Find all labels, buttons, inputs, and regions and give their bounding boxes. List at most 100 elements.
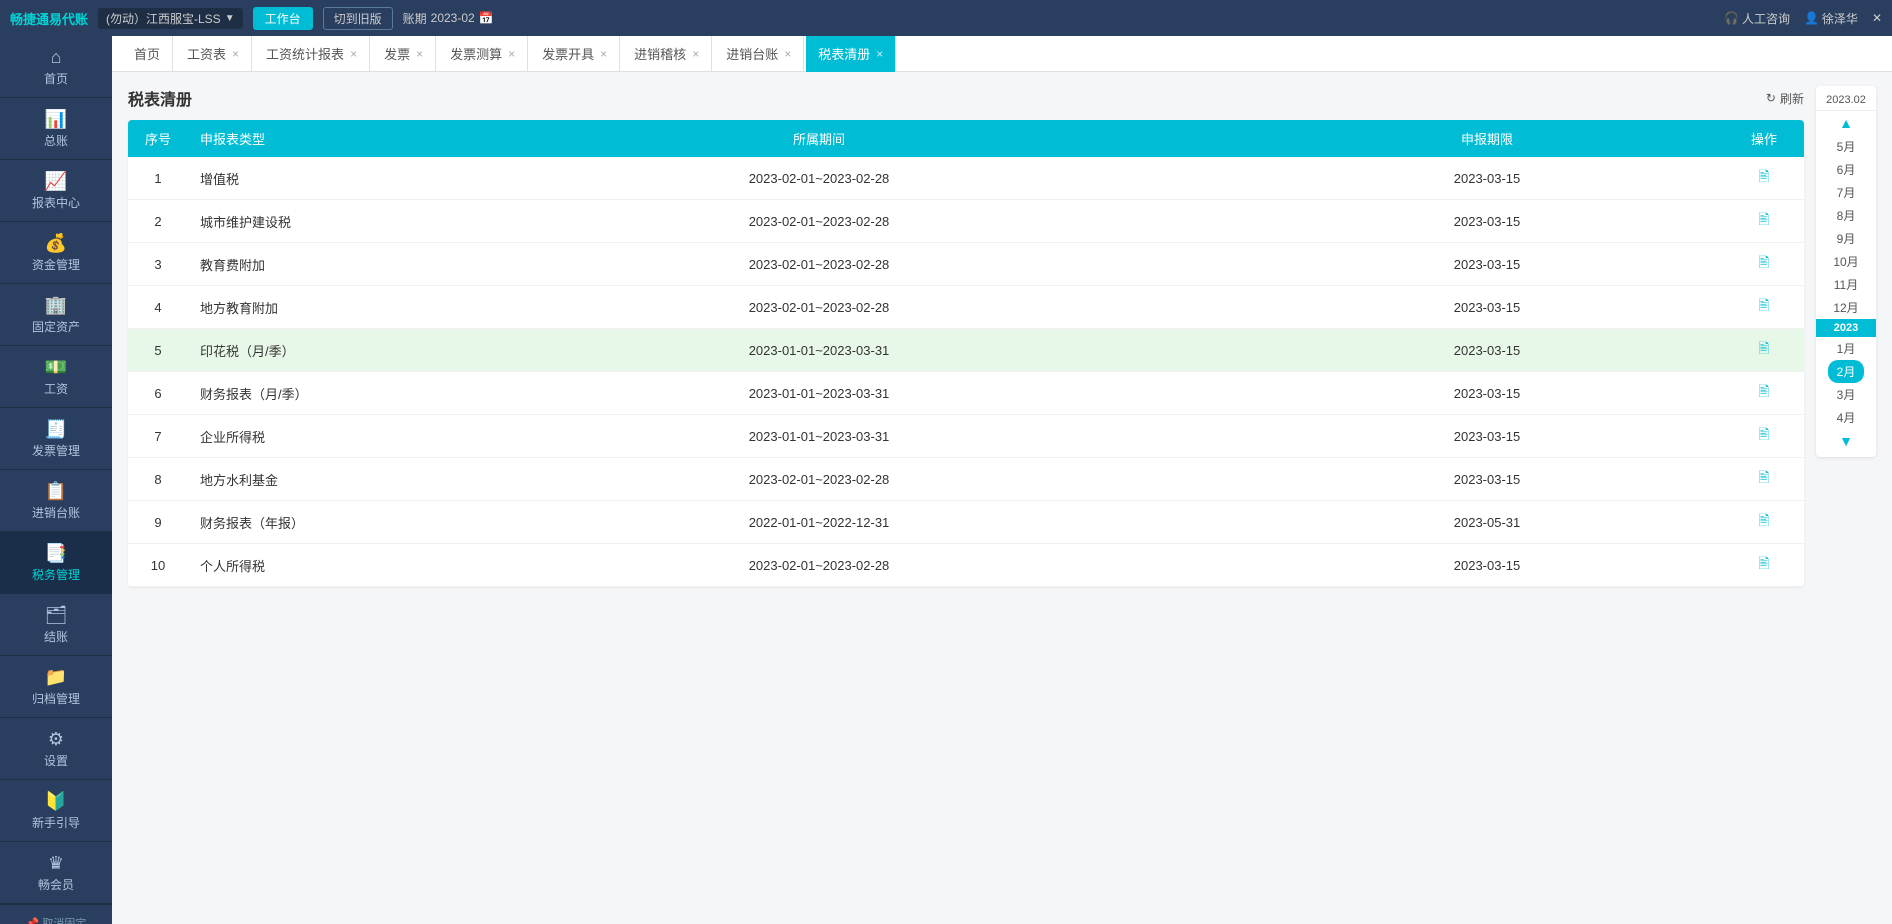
cell-action[interactable]: 🖹 <box>1724 372 1804 415</box>
tab-close-icon[interactable]: × <box>784 48 791 60</box>
period-1[interactable]: 1月 <box>1816 337 1876 360</box>
sidebar-item-ledger[interactable]: 📊 总账 <box>0 98 112 160</box>
calendar-icon[interactable]: 📅 <box>479 11 494 25</box>
user-menu[interactable]: 👤 徐泽华 <box>1804 10 1858 27</box>
sidebar-item-tax[interactable]: 📑 税务管理 <box>0 532 112 594</box>
sidebar-item-vip[interactable]: ♛ 畅会员 <box>0 842 112 904</box>
invoice-icon: 🧾 <box>45 420 67 438</box>
cell-period: 2023-02-01~2023-02-28 <box>388 286 1250 329</box>
pin-toggle[interactable]: 📌 取消固定 <box>0 904 112 924</box>
tab-invoice[interactable]: 发票 × <box>372 36 436 72</box>
main-panel: 税表清册 ↻ 刷新 序号 申报表类型 所属期间 申报期限 操作 <box>128 86 1804 910</box>
tab-salary-stats[interactable]: 工资统计报表 × <box>254 36 370 72</box>
sidebar-item-label: 设置 <box>44 752 68 769</box>
cell-action[interactable]: 🖹 <box>1724 286 1804 329</box>
col-deadline: 申报期限 <box>1250 120 1724 157</box>
cell-period: 2023-01-01~2023-03-31 <box>388 329 1250 372</box>
tab-close-icon[interactable]: × <box>416 48 423 60</box>
table-row: 2 城市维护建设税 2023-02-01~2023-02-28 2023-03-… <box>128 200 1804 243</box>
sidebar-item-home[interactable]: ⌂ 首页 <box>0 36 112 98</box>
period-9[interactable]: 9月 <box>1816 227 1876 250</box>
period-12[interactable]: 12月 <box>1816 296 1876 319</box>
cell-action[interactable]: 🖹 <box>1724 501 1804 544</box>
tab-purchase-ledger[interactable]: 进销台账 × <box>714 36 804 72</box>
sidebar-item-report[interactable]: 📈 报表中心 <box>0 160 112 222</box>
cell-period: 2023-02-01~2023-02-28 <box>388 243 1250 286</box>
tab-invoice-calc[interactable]: 发票测算 × <box>438 36 528 72</box>
period-scroll-down[interactable]: ▼ <box>1816 429 1876 453</box>
workbench-button[interactable]: 工作台 <box>253 7 313 30</box>
tab-close-icon[interactable]: × <box>692 48 699 60</box>
archive-icon: 📁 <box>45 668 67 686</box>
company-selector[interactable]: (勿动）江西服宝-LSS ▼ <box>98 8 243 29</box>
action-icon[interactable]: 🖹 <box>1758 512 1769 528</box>
sidebar-item-label: 畅会员 <box>38 876 74 893</box>
action-icon[interactable]: 🖹 <box>1758 297 1769 313</box>
period-11[interactable]: 11月 <box>1816 273 1876 296</box>
period-4[interactable]: 4月 <box>1816 406 1876 429</box>
tab-salary-table[interactable]: 工资表 × <box>175 36 252 72</box>
refresh-button[interactable]: ↻ 刷新 <box>1766 90 1804 107</box>
cell-action[interactable]: 🖹 <box>1724 243 1804 286</box>
period-panel: 2023.02 ▲ 5月 6月 7月 8月 9月 10月 11月 12月 202… <box>1816 86 1876 457</box>
period-scroll-up[interactable]: ▲ <box>1816 111 1876 135</box>
period-10[interactable]: 10月 <box>1816 250 1876 273</box>
tab-close-icon[interactable]: × <box>600 48 607 60</box>
cell-type: 增值税 <box>188 157 388 200</box>
cell-action[interactable]: 🖹 <box>1724 200 1804 243</box>
settings-icon: ⚙ <box>48 730 64 748</box>
company-name: (勿动）江西服宝-LSS <box>106 10 221 27</box>
action-icon[interactable]: 🖹 <box>1758 383 1769 399</box>
action-icon[interactable]: 🖹 <box>1758 555 1769 571</box>
sidebar-item-settlement[interactable]: 🗂 结账 <box>0 594 112 656</box>
sidebar: ⌂ 首页 📊 总账 📈 报表中心 💰 资金管理 🏢 固定资产 💵 工资 🧾 发票… <box>0 36 112 924</box>
sidebar-item-salary[interactable]: 💵 工资 <box>0 346 112 408</box>
sidebar-item-guide[interactable]: 🔰 新手引导 <box>0 780 112 842</box>
sidebar-item-settings[interactable]: ⚙ 设置 <box>0 718 112 780</box>
tab-close-icon[interactable]: × <box>876 48 883 60</box>
cell-type: 教育费附加 <box>188 243 388 286</box>
sidebar-item-label: 税务管理 <box>32 566 80 583</box>
sidebar-item-label: 结账 <box>44 628 68 645</box>
tab-close-icon[interactable]: × <box>232 48 239 60</box>
sidebar-item-label: 归档管理 <box>32 690 80 707</box>
table-row: 7 企业所得税 2023-01-01~2023-03-31 2023-03-15… <box>128 415 1804 458</box>
cell-action[interactable]: 🖹 <box>1724 157 1804 200</box>
tab-tax-list[interactable]: 税表清册 × <box>806 36 896 72</box>
action-icon[interactable]: 🖹 <box>1758 254 1769 270</box>
sidebar-item-invoice[interactable]: 🧾 发票管理 <box>0 408 112 470</box>
tab-close-icon[interactable]: × <box>508 48 515 60</box>
tab-close-icon[interactable]: × <box>350 48 357 60</box>
cell-action[interactable]: 🖹 <box>1724 458 1804 501</box>
cell-action[interactable]: 🖹 <box>1724 544 1804 587</box>
settlement-icon: 🗂 <box>45 606 68 624</box>
table-row: 10 个人所得税 2023-02-01~2023-02-28 2023-03-1… <box>128 544 1804 587</box>
sidebar-item-purchase[interactable]: 📋 进销台账 <box>0 470 112 532</box>
action-icon[interactable]: 🖹 <box>1758 340 1769 356</box>
sidebar-item-fixed[interactable]: 🏢 固定资产 <box>0 284 112 346</box>
action-icon[interactable]: 🖹 <box>1758 168 1769 184</box>
close-icon[interactable]: ✕ <box>1872 11 1882 25</box>
cell-action[interactable]: 🖹 <box>1724 415 1804 458</box>
sidebar-item-archive[interactable]: 📁 归档管理 <box>0 656 112 718</box>
period-5[interactable]: 5月 <box>1816 135 1876 158</box>
tab-home[interactable]: 首页 <box>122 36 173 72</box>
period-2[interactable]: 2月 <box>1828 360 1864 383</box>
action-icon[interactable]: 🖹 <box>1758 211 1769 227</box>
cell-no: 1 <box>128 157 188 200</box>
period-3[interactable]: 3月 <box>1816 383 1876 406</box>
ai-consult-button[interactable]: 🎧 人工咨询 <box>1724 10 1790 27</box>
period-year-2023[interactable]: 2023 <box>1816 319 1876 337</box>
col-type: 申报表类型 <box>188 120 388 157</box>
switch-old-button[interactable]: 切到旧版 <box>323 7 393 30</box>
action-icon[interactable]: 🖹 <box>1758 426 1769 442</box>
period-8[interactable]: 8月 <box>1816 204 1876 227</box>
period-6[interactable]: 6月 <box>1816 158 1876 181</box>
tab-purchase-audit[interactable]: 进销稽核 × <box>622 36 712 72</box>
cell-no: 4 <box>128 286 188 329</box>
period-7[interactable]: 7月 <box>1816 181 1876 204</box>
sidebar-item-capital[interactable]: 💰 资金管理 <box>0 222 112 284</box>
cell-action[interactable]: 🖹 <box>1724 329 1804 372</box>
action-icon[interactable]: 🖹 <box>1758 469 1769 485</box>
tab-invoice-issue[interactable]: 发票开具 × <box>530 36 620 72</box>
